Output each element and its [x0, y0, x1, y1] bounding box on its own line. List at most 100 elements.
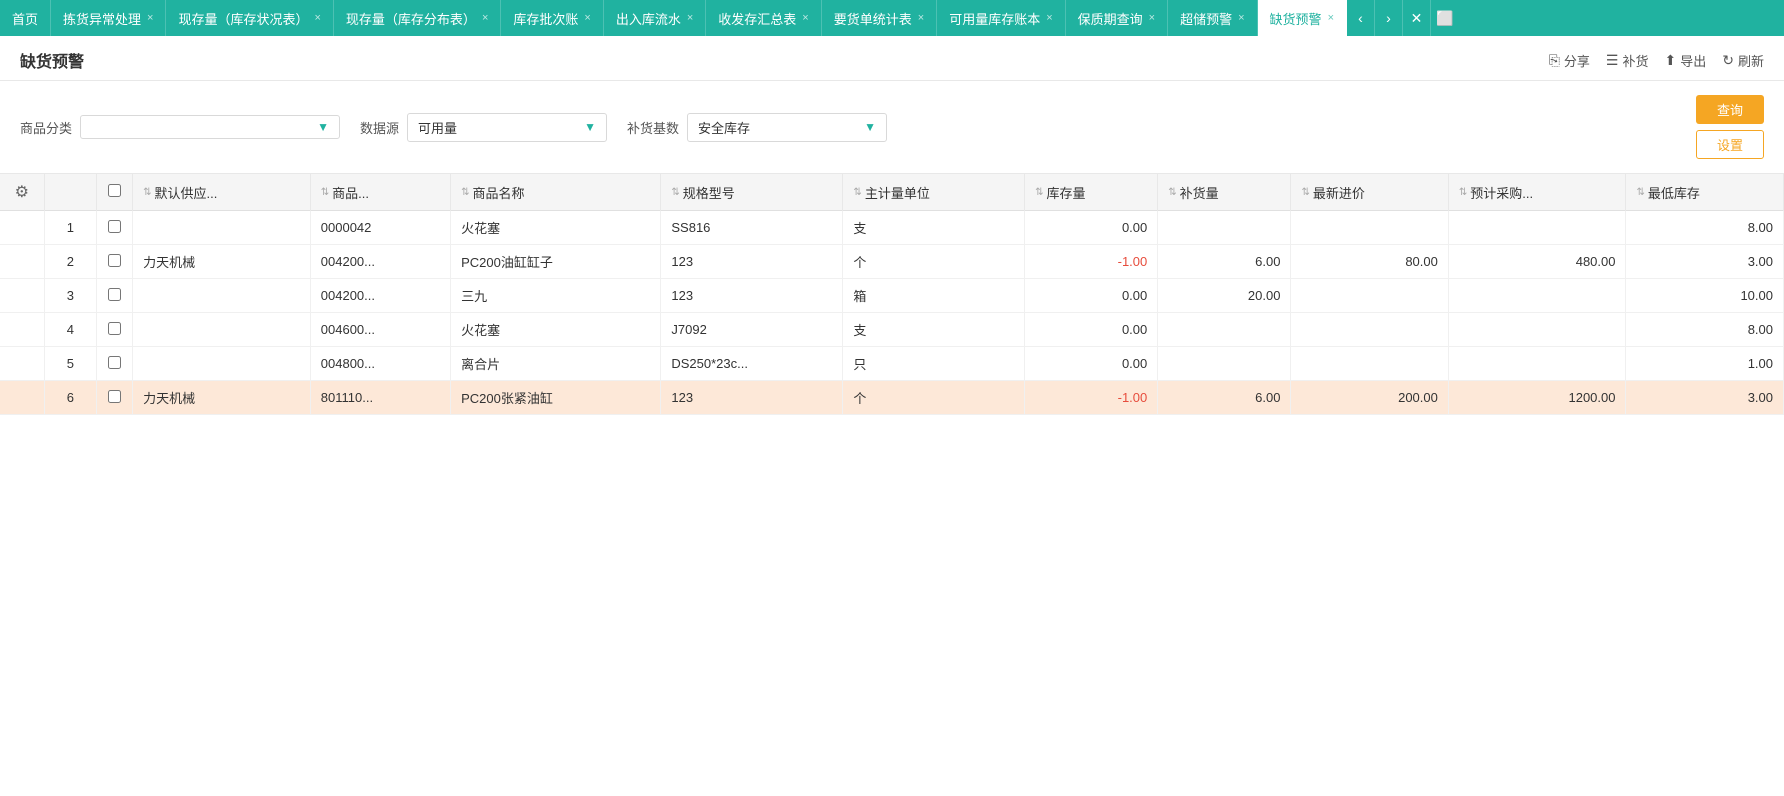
row-replenish-qty: 6.00 [1158, 245, 1291, 279]
row-checkbox[interactable] [108, 254, 121, 267]
tab-receive-summary[interactable]: 收发存汇总表 × [706, 0, 821, 36]
datasource-select-arrow: ▼ [584, 120, 596, 134]
tab-inventory-dist[interactable]: 现存量（库存分布表） × [334, 0, 501, 36]
row-stock-qty: -1.00 [1025, 245, 1158, 279]
row-latest-price [1291, 313, 1448, 347]
row-item-code: 0000042 [310, 211, 450, 245]
row-settings-cell [0, 279, 44, 313]
col-settings: ⚙ [0, 174, 44, 211]
tab-nav-next[interactable]: › [1375, 0, 1403, 36]
sort-icon-unit: ⇅ [853, 187, 861, 198]
row-item-name: 火花塞 [451, 313, 661, 347]
row-checkbox[interactable] [108, 322, 121, 335]
replenish-base-filter-group: 补货基数 安全库存 ▼ [627, 113, 887, 142]
row-supplier: 力天机械 [133, 245, 311, 279]
row-supplier: 力天机械 [133, 381, 311, 415]
query-button[interactable]: 查询 [1696, 95, 1764, 124]
export-button[interactable]: ⬆ 导出 [1665, 51, 1707, 70]
row-unit: 个 [843, 245, 1025, 279]
row-latest-price [1291, 347, 1448, 381]
row-est-purchase: 480.00 [1448, 245, 1626, 279]
sort-icon-est-purchase: ⇅ [1459, 187, 1467, 198]
tab-close-all[interactable]: ✕ [1403, 0, 1431, 36]
row-est-purchase [1448, 279, 1626, 313]
row-unit: 支 [843, 313, 1025, 347]
close-tab-receive-summary[interactable]: × [802, 12, 808, 24]
tab-shortage[interactable]: 缺货预警 × [1258, 0, 1347, 36]
sort-icon-item-code: ⇅ [321, 187, 329, 198]
tab-batch-account[interactable]: 库存批次账 × [501, 0, 603, 36]
tab-expiry-query[interactable]: 保质期查询 × [1066, 0, 1168, 36]
row-settings-cell [0, 347, 44, 381]
select-all-checkbox[interactable] [108, 184, 121, 197]
close-tab-expiry-query[interactable]: × [1149, 12, 1155, 24]
row-item-name: 离合片 [451, 347, 661, 381]
category-select[interactable]: ▼ [80, 115, 340, 139]
replenish-base-select-arrow: ▼ [864, 120, 876, 134]
filter-bar: 商品分类 ▼ 数据源 可用量 ▼ 补货基数 安全库存 ▼ 查询 设置 [0, 81, 1784, 174]
row-settings-cell [0, 245, 44, 279]
close-tab-shortage[interactable]: × [1328, 12, 1334, 24]
row-checkbox[interactable] [108, 220, 121, 233]
settings-button[interactable]: 设置 [1696, 130, 1764, 159]
col-stock-qty: ⇅ 库存量 [1025, 174, 1158, 211]
row-stock-qty: 0.00 [1025, 279, 1158, 313]
row-spec: SS816 [661, 211, 843, 245]
row-item-name: 三九 [451, 279, 661, 313]
row-checkbox[interactable] [108, 356, 121, 369]
row-settings-cell [0, 381, 44, 415]
row-item-code: 801110... [310, 381, 450, 415]
row-supplier [133, 211, 311, 245]
tab-order-stat[interactable]: 要货单统计表 × [822, 0, 937, 36]
tab-overstock[interactable]: 超储预警 × [1168, 0, 1257, 36]
close-tab-inventory-status[interactable]: × [314, 12, 320, 24]
row-latest-price [1291, 279, 1448, 313]
row-est-purchase [1448, 347, 1626, 381]
sort-icon-min-stock: ⇅ [1636, 187, 1644, 198]
row-min-stock: 1.00 [1626, 347, 1784, 381]
tab-inventory-status[interactable]: 现存量（库存状况表） × [166, 0, 333, 36]
row-supplier [133, 279, 311, 313]
table-settings-icon[interactable]: ⚙ [15, 184, 29, 201]
tab-inout-flow[interactable]: 出入库流水 × [604, 0, 706, 36]
replenish-base-select[interactable]: 安全库存 ▼ [687, 113, 887, 142]
close-tab-available-ledger[interactable]: × [1046, 12, 1052, 24]
row-item-name: PC200张紧油缸 [451, 381, 661, 415]
row-checkbox[interactable] [108, 390, 121, 403]
refresh-button[interactable]: ↻ 刷新 [1722, 51, 1764, 70]
table-row: 10000042火花塞SS816支0.008.00 [0, 211, 1784, 245]
row-spec: 123 [661, 279, 843, 313]
datasource-filter-group: 数据源 可用量 ▼ [360, 113, 607, 142]
close-tab-overstock[interactable]: × [1238, 12, 1244, 24]
tab-abnormal[interactable]: 拣货异常处理 × [51, 0, 166, 36]
close-tab-inout-flow[interactable]: × [687, 12, 693, 24]
tab-nav-prev[interactable]: ‹ [1347, 0, 1375, 36]
datasource-select[interactable]: 可用量 ▼ [407, 113, 607, 142]
row-replenish-qty: 6.00 [1158, 381, 1291, 415]
tab-available-ledger[interactable]: 可用量库存账本 × [937, 0, 1065, 36]
close-tab-batch-account[interactable]: × [584, 12, 590, 24]
replenish-icon: ☰ [1606, 52, 1619, 69]
row-replenish-qty [1158, 211, 1291, 245]
row-est-purchase [1448, 313, 1626, 347]
share-button[interactable]: ⎘ 分享 [1549, 51, 1590, 70]
sort-icon-supplier: ⇅ [143, 187, 151, 198]
replenish-button[interactable]: ☰ 补货 [1606, 51, 1649, 70]
row-min-stock: 3.00 [1626, 245, 1784, 279]
row-unit: 箱 [843, 279, 1025, 313]
table-row: 5004800...离合片DS250*23c...只0.001.00 [0, 347, 1784, 381]
tab-home[interactable]: 首页 [0, 0, 51, 36]
datasource-label: 数据源 [360, 118, 399, 137]
tab-expand[interactable]: ⬜ [1431, 0, 1459, 36]
close-tab-abnormal[interactable]: × [147, 12, 153, 24]
row-supplier [133, 313, 311, 347]
row-replenish-qty: 20.00 [1158, 279, 1291, 313]
close-tab-inventory-dist[interactable]: × [482, 12, 488, 24]
row-min-stock: 8.00 [1626, 211, 1784, 245]
col-item-name: ⇅ 商品名称 [451, 174, 661, 211]
row-checkbox-cell [97, 313, 133, 347]
close-tab-order-stat[interactable]: × [918, 12, 924, 24]
header-actions: ⎘ 分享 ☰ 补货 ⬆ 导出 ↻ 刷新 [1549, 51, 1764, 70]
row-num: 1 [44, 211, 97, 245]
row-checkbox[interactable] [108, 288, 121, 301]
